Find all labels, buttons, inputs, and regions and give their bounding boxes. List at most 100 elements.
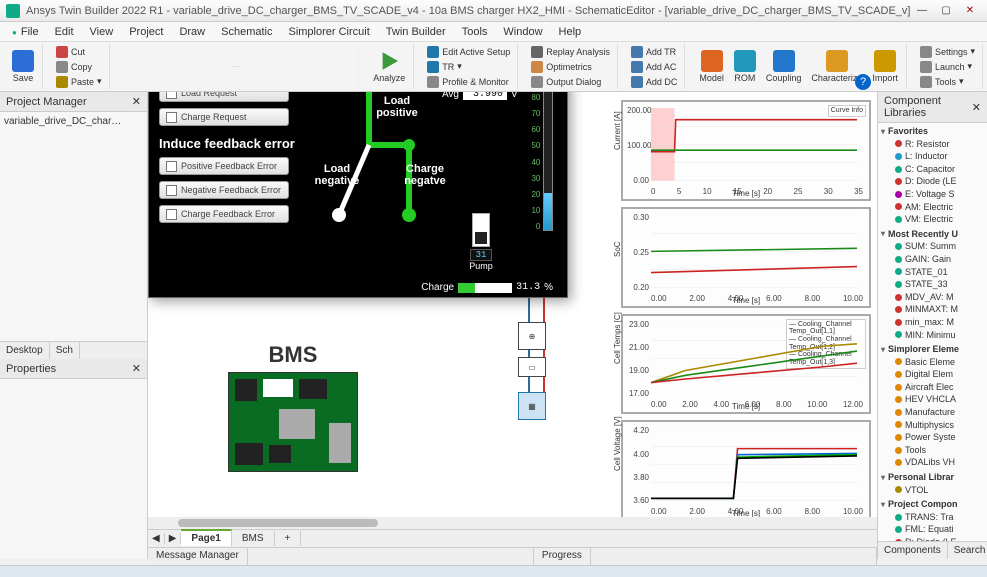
menu-view[interactable]: View <box>82 24 122 40</box>
tree-item[interactable]: VM: Electric <box>881 213 984 226</box>
pane-close-icon[interactable]: ✕ <box>132 362 141 375</box>
import-button[interactable]: Import <box>868 48 902 85</box>
tree-item[interactable]: GAIN: Gain <box>881 253 984 266</box>
menu-simplorer-circuit[interactable]: Simplorer Circuit <box>280 24 377 40</box>
copy-button[interactable]: Copy <box>53 60 105 74</box>
tree-item[interactable]: Basic Eleme <box>881 356 984 369</box>
tree-item[interactable]: Tools <box>881 444 984 457</box>
paste-button[interactable]: Paste▾ <box>53 75 105 89</box>
menu-edit[interactable]: Edit <box>47 24 82 40</box>
pane-close-icon[interactable]: ✕ <box>132 95 141 108</box>
add-dc-button[interactable]: Add DC <box>628 75 681 89</box>
coupling-button[interactable]: Coupling <box>762 48 806 85</box>
schematic-component[interactable]: ▦ <box>518 392 546 420</box>
schematic-canvas[interactable]: ◆ MCU —▢✕ Load / Charge Request Load Req… <box>148 92 877 547</box>
help-icon[interactable]: ? <box>855 74 871 90</box>
tree-item[interactable]: C: Capacitor <box>881 163 984 176</box>
minimize-button[interactable]: — <box>911 3 933 19</box>
tree-item[interactable]: MIN: Minimu <box>881 329 984 342</box>
tree-item[interactable]: min_max: M <box>881 316 984 329</box>
menu-twin-builder[interactable]: Twin Builder <box>378 24 454 40</box>
schematic-component[interactable]: ⊕ <box>518 322 546 350</box>
tree-group[interactable]: Most Recently U <box>881 228 984 241</box>
negative-feedback-error-button[interactable]: Negative Feedback Error <box>159 181 289 199</box>
model-button[interactable]: Model <box>695 48 728 85</box>
tree-item[interactable]: MDV_AV: M <box>881 291 984 304</box>
lib-tab-components[interactable]: Components <box>878 542 948 559</box>
optimetrics-button[interactable]: Optimetrics <box>528 60 613 74</box>
progress-tab[interactable]: Progress <box>534 548 591 565</box>
output-dialog-button[interactable]: Output Dialog <box>528 75 613 89</box>
launch-button[interactable]: Launch▾ <box>917 60 978 74</box>
pm-tab-sch[interactable]: Sch <box>50 342 80 359</box>
tree-item[interactable]: STATE_01 <box>881 266 984 279</box>
tree-item[interactable]: MINMAXT: M <box>881 303 984 316</box>
chart-1[interactable]: SoCTime [s]0.300.250.200.002.004.006.008… <box>621 207 871 308</box>
tree-item[interactable]: Power Syste <box>881 431 984 444</box>
tree-item[interactable]: TRANS: Tra <box>881 511 984 524</box>
schematic-tab[interactable]: Page1 <box>181 529 231 546</box>
menu-help[interactable]: Help <box>551 24 590 40</box>
tree-item[interactable]: VDALibs VH <box>881 456 984 469</box>
charge-feedback-error-button[interactable]: Charge Feedback Error <box>159 205 289 223</box>
component-tree[interactable]: FavoritesR: ResistorL: InductorC: Capaci… <box>878 123 987 541</box>
cut-button[interactable]: Cut <box>53 45 105 59</box>
rom-button[interactable]: ROM <box>730 48 760 85</box>
chart-0[interactable]: Current [A]Time [s]200.00100.000.0005101… <box>621 100 871 201</box>
tree-item[interactable]: R: Resistor <box>881 138 984 151</box>
horizontal-scrollbar[interactable] <box>148 517 877 529</box>
tree-group[interactable]: Personal Librar <box>881 471 984 484</box>
tree-item[interactable]: HEV VHCLA <box>881 393 984 406</box>
edit-active-setup-button[interactable]: Edit Active Setup <box>424 45 513 59</box>
charge-request-button[interactable]: Charge Request <box>159 108 289 126</box>
analyze-button[interactable]: Analyze <box>369 48 409 85</box>
close-button[interactable]: ✕ <box>959 3 981 19</box>
tree-item[interactable]: FML: Equati <box>881 523 984 536</box>
chart-2[interactable]: Cell Temps [C]Time [s]23.0021.0019.0017.… <box>621 314 871 415</box>
add-ac-button[interactable]: Add AC <box>628 60 681 74</box>
tree-item[interactable]: STATE_33 <box>881 278 984 291</box>
project-tree-item[interactable]: variable_drive_DC_char… <box>4 116 143 127</box>
maximize-button[interactable]: ▢ <box>935 3 957 19</box>
label-charge-negative: Charge negatve <box>395 163 455 187</box>
replay-analysis-button[interactable]: Replay Analysis <box>528 45 613 59</box>
lib-tab-search[interactable]: Search <box>948 542 987 559</box>
tree-group[interactable]: Favorites <box>881 125 984 138</box>
tree-group[interactable]: Simplorer Eleme <box>881 343 984 356</box>
settings-button[interactable]: Settings▾ <box>917 45 978 59</box>
tree-item[interactable]: AM: Electric <box>881 201 984 214</box>
profile-monitor-button[interactable]: Profile & Monitor <box>424 75 513 89</box>
add-tr-button[interactable]: Add TR <box>628 45 681 59</box>
pane-close-icon[interactable]: ✕ <box>972 101 981 114</box>
tree-item[interactable]: SUM: Summ <box>881 240 984 253</box>
tree-item[interactable]: Aircraft Elec <box>881 381 984 394</box>
positive-feedback-error-button[interactable]: Positive Feedback Error <box>159 157 289 175</box>
tree-item[interactable]: Manufacture <box>881 406 984 419</box>
bms-block[interactable]: BMS <box>218 342 368 476</box>
save-button[interactable]: Save <box>8 48 38 85</box>
tree-item[interactable]: VTOL <box>881 484 984 497</box>
menu-tools[interactable]: Tools <box>454 24 496 40</box>
menu-file[interactable]: File <box>4 24 47 40</box>
mcu-hmi-window[interactable]: ◆ MCU —▢✕ Load / Charge Request Load Req… <box>148 92 568 298</box>
pm-tab-desktop[interactable]: Desktop <box>0 342 50 359</box>
tr-button[interactable]: TR▾ <box>424 60 513 74</box>
schematic-tab[interactable]: + <box>275 531 302 546</box>
load-request-button[interactable]: Load Request <box>159 92 289 102</box>
tree-item[interactable]: L: Inductor <box>881 150 984 163</box>
schematic-component[interactable]: ▭ <box>518 357 546 377</box>
menu-project[interactable]: Project <box>121 24 171 40</box>
chart-3[interactable]: Cell Voltage [V]Time [s]4.204.003.803.60… <box>621 420 871 521</box>
tree-item[interactable]: D: Diode (LE <box>881 175 984 188</box>
tools-button[interactable]: Tools▾ <box>917 75 978 89</box>
tree-item[interactable]: Digital Elem <box>881 368 984 381</box>
schematic-tab[interactable]: BMS <box>232 531 275 546</box>
tree-item[interactable]: E: Voltage S <box>881 188 984 201</box>
menu-draw[interactable]: Draw <box>171 24 213 40</box>
message-manager-tab[interactable]: Message Manager <box>148 548 248 565</box>
menu-window[interactable]: Window <box>495 24 550 40</box>
tree-item[interactable]: Multiphysics <box>881 419 984 432</box>
menu-schematic[interactable]: Schematic <box>213 24 280 40</box>
tree-group[interactable]: Project Compon <box>881 498 984 511</box>
status-bar <box>0 565 987 577</box>
